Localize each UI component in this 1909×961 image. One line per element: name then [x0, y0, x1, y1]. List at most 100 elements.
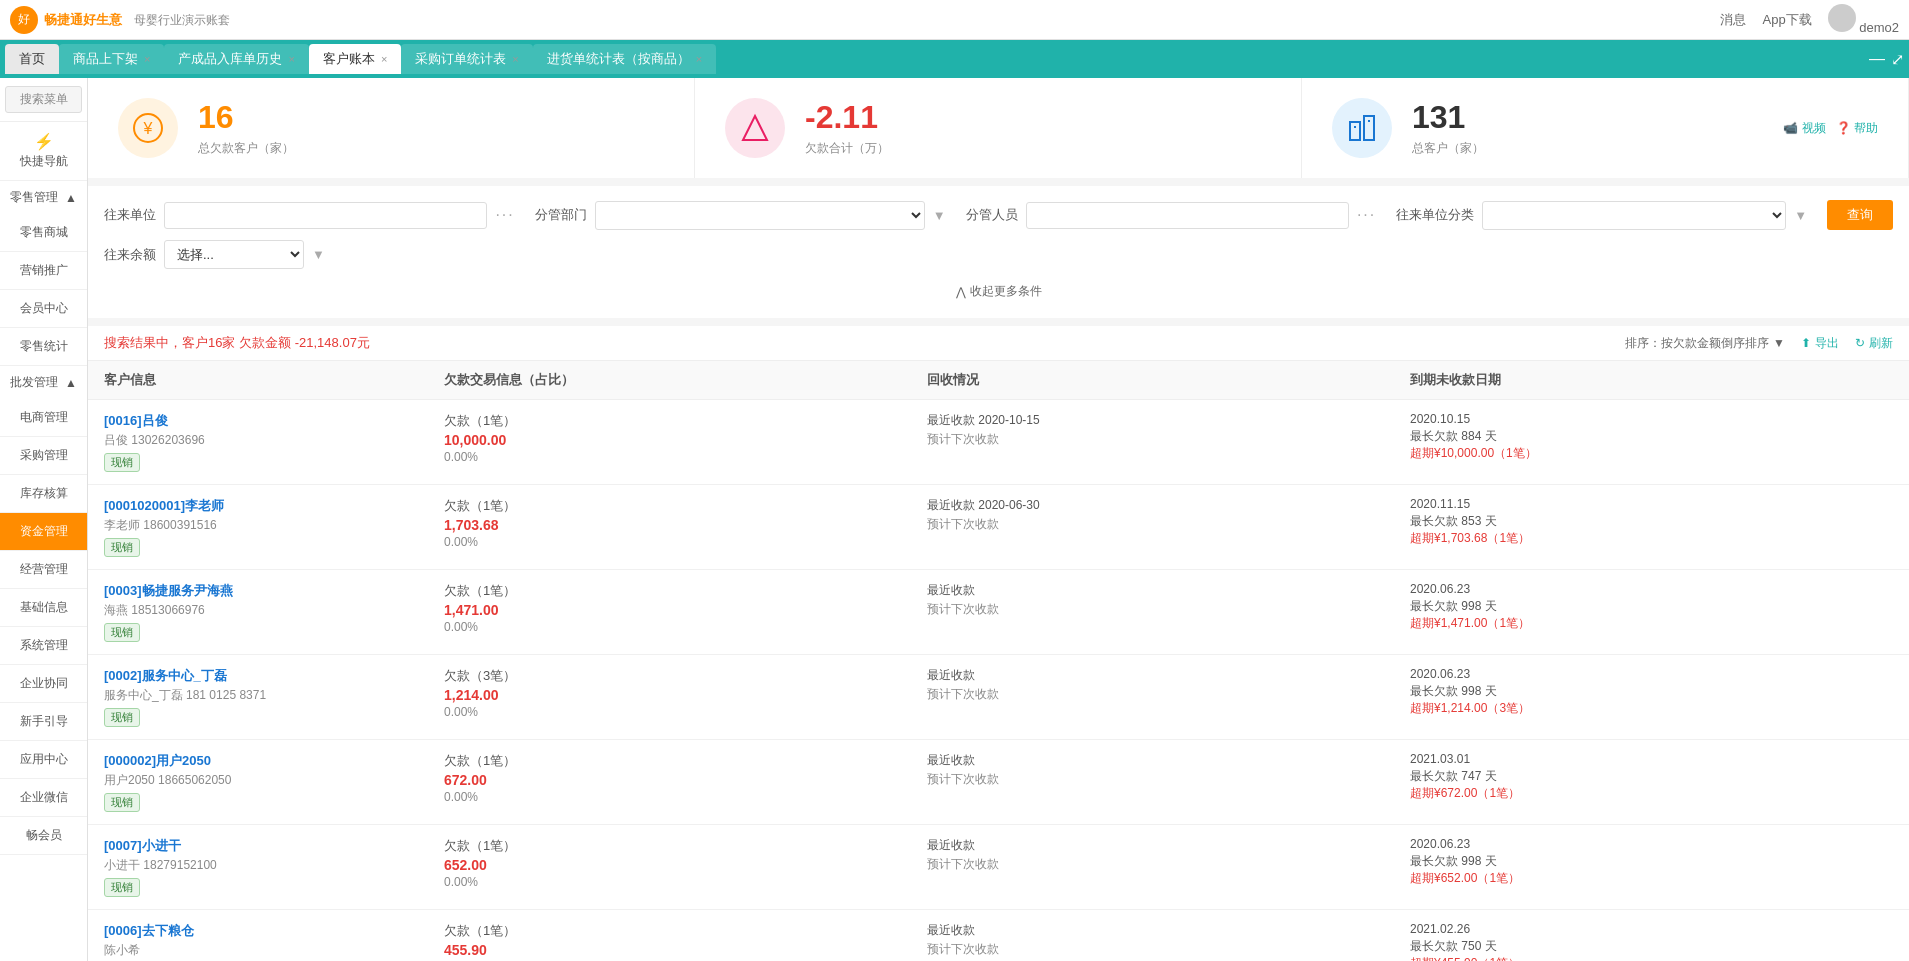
- svg-rect-5: [1354, 126, 1356, 128]
- sort-label: 排序：按欠款金额倒序排序: [1625, 335, 1769, 352]
- balance-label: 往来余额: [104, 246, 156, 264]
- sidebar-item-purchase[interactable]: 采购管理: [0, 437, 87, 475]
- debt-amount-number: -2.11: [805, 99, 889, 136]
- debt-total-text: 欠款金额 -21,148.07元: [239, 335, 370, 350]
- svg-rect-3: [1350, 122, 1360, 140]
- chevron-up-icon: ⋀: [956, 285, 966, 299]
- customer-name-4[interactable]: [0002]服务中心_丁磊: [104, 667, 444, 685]
- customer-tag-6: 现销: [104, 878, 140, 897]
- sidebar-item-retail-mgmt[interactable]: 零售管理 ▲: [0, 181, 87, 214]
- customer-sub-7: 陈小希: [104, 942, 444, 959]
- avatar[interactable]: demo2: [1828, 4, 1899, 35]
- message-btn[interactable]: 消息: [1720, 11, 1746, 29]
- collapse-btn[interactable]: ⋀ 收起更多条件: [104, 279, 1893, 304]
- tab-inbound[interactable]: 进货单统计表（按商品） ×: [533, 44, 716, 74]
- chevron-down-icon: ▲: [65, 191, 77, 205]
- sidebar-search-btn[interactable]: 搜索菜单: [5, 86, 82, 113]
- sidebar-item-system[interactable]: 系统管理: [0, 627, 87, 665]
- export-btn[interactable]: ⬆ 导出: [1801, 335, 1839, 352]
- top-bar: 好 畅捷通好生意 母婴行业演示账套 消息 App下载 demo2: [0, 0, 1909, 40]
- dept-select[interactable]: [595, 201, 925, 230]
- logo-area: 好 畅捷通好生意 母婴行业演示账套: [10, 6, 230, 34]
- customer-name-2[interactable]: [0001020001]李老师: [104, 497, 444, 515]
- table-row: [0001020001]李老师 李老师 18600391516 现销 欠款（1笔…: [88, 485, 1909, 570]
- sort-btn[interactable]: 排序：按欠款金额倒序排序 ▼: [1625, 335, 1785, 352]
- query-button[interactable]: 查询: [1827, 200, 1893, 230]
- debt-info-1: 欠款（1笔） 10,000.00 0.00%: [444, 412, 927, 464]
- sidebar-item-enterprise-wechat[interactable]: 企业微信: [0, 779, 87, 817]
- customer-info-7: [0006]去下粮仓 陈小希 现销: [104, 922, 444, 961]
- due-info-2: 2020.11.15 最长欠款 853 天 超期¥1,703.68（1笔）: [1410, 497, 1893, 547]
- sidebar-search-area: 搜索菜单: [0, 78, 87, 122]
- video-btn[interactable]: 📹 视频: [1783, 120, 1825, 137]
- tab-close-purchase[interactable]: ×: [512, 53, 518, 65]
- customer-name-7[interactable]: [0006]去下粮仓: [104, 922, 444, 940]
- tab-close-product[interactable]: ×: [288, 53, 294, 65]
- debt-info-4: 欠款（3笔） 1,214.00 0.00%: [444, 667, 927, 719]
- tab-close-inbound[interactable]: ×: [696, 53, 702, 65]
- source-unit-input[interactable]: [164, 202, 487, 229]
- sidebar-item-member[interactable]: 会员中心: [0, 290, 87, 328]
- sidebar-item-marketing[interactable]: 营销推广: [0, 252, 87, 290]
- quicknav-icon: ⚡: [5, 132, 82, 151]
- sidebar-item-batch-mgmt[interactable]: 批发管理 ▲: [0, 366, 87, 399]
- sidebar-item-guide[interactable]: 新手引导: [0, 703, 87, 741]
- filter-person: 分管人员 ···: [966, 202, 1377, 229]
- sidebar-item-app-center[interactable]: 应用中心: [0, 741, 87, 779]
- sidebar-item-quicknav[interactable]: ⚡ 快捷导航: [0, 122, 87, 181]
- customer-name-6[interactable]: [0007]小进干: [104, 837, 444, 855]
- collection-info-6: 最近收款 预计下次收款: [927, 837, 1410, 873]
- tab-customer[interactable]: 客户账本 ×: [309, 44, 401, 74]
- top-bar-right: 消息 App下载 demo2: [1720, 4, 1899, 35]
- stat-info-total-customers: 131 总客户（家）: [1412, 99, 1484, 157]
- help-btn[interactable]: ❓ 帮助: [1836, 120, 1878, 137]
- balance-select[interactable]: 选择...: [164, 240, 304, 269]
- sidebar-item-ecommerce[interactable]: 电商管理: [0, 399, 87, 437]
- debt-info-5: 欠款（1笔） 672.00 0.00%: [444, 752, 927, 804]
- sidebar-item-enterprise[interactable]: 企业协同: [0, 665, 87, 703]
- table-header: 客户信息 欠款交易信息（占比） 回收情况 到期未收款日期: [88, 361, 1909, 400]
- sidebar-item-retail-stats[interactable]: 零售统计: [0, 328, 87, 366]
- due-info-1: 2020.10.15 最长欠款 884 天 超期¥10,000.00（1笔）: [1410, 412, 1893, 462]
- due-info-4: 2020.06.23 最长欠款 998 天 超期¥1,214.00（3笔）: [1410, 667, 1893, 717]
- person-input[interactable]: [1026, 202, 1349, 229]
- window-minimize-icon[interactable]: —: [1869, 50, 1885, 69]
- customer-sub-6: 小进干 18279152100: [104, 857, 444, 874]
- tab-close-goods[interactable]: ×: [144, 53, 150, 65]
- due-info-5: 2021.03.01 最长欠款 747 天 超期¥672.00（1笔）: [1410, 752, 1893, 802]
- tab-close-customer[interactable]: ×: [381, 53, 387, 65]
- refresh-btn[interactable]: ↻ 刷新: [1855, 335, 1893, 352]
- app-download-btn[interactable]: App下载: [1762, 11, 1811, 29]
- sidebar-item-member-plus[interactable]: 畅会员: [0, 817, 87, 855]
- customer-name-1[interactable]: [0016]吕俊: [104, 412, 444, 430]
- debt-amount-icon: [725, 98, 785, 158]
- tab-purchase[interactable]: 采购订单统计表 ×: [401, 44, 532, 74]
- sidebar-item-inventory[interactable]: 库存核算: [0, 475, 87, 513]
- customer-sub-1: 吕俊 13026203696: [104, 432, 444, 449]
- total-customers-number: 131: [1412, 99, 1484, 136]
- customer-name-5[interactable]: [000002]用户2050: [104, 752, 444, 770]
- sidebar-item-finance[interactable]: 资金管理: [0, 513, 87, 551]
- stat-info-debt-customers: 16 总欠款客户（家）: [198, 99, 294, 157]
- tab-goods[interactable]: 商品上下架 ×: [59, 44, 164, 74]
- tab-home[interactable]: 首页: [5, 44, 59, 74]
- person-dots[interactable]: ···: [1357, 206, 1376, 224]
- refresh-icon: ↻: [1855, 336, 1865, 350]
- window-maximize-icon[interactable]: ⤢: [1891, 50, 1904, 69]
- dept-label: 分管部门: [535, 206, 587, 224]
- filter-row-1: 往来单位 ··· 分管部门 ▼ 分管人员 ··· 往来单位分类: [104, 200, 1893, 230]
- unit-class-select[interactable]: [1482, 201, 1786, 230]
- source-unit-dots[interactable]: ···: [495, 206, 514, 224]
- sidebar-item-operation[interactable]: 经营管理: [0, 551, 87, 589]
- customer-sub-5: 用户2050 18665062050: [104, 772, 444, 789]
- customer-name-3[interactable]: [0003]畅捷服务尹海燕: [104, 582, 444, 600]
- demo-label: 母婴行业演示账套: [134, 13, 230, 27]
- debt-info-7: 欠款（1笔） 455.90 0.00%: [444, 922, 927, 961]
- sidebar-item-basic[interactable]: 基础信息: [0, 589, 87, 627]
- logo-icon: 好: [10, 6, 38, 34]
- stats-row: ¥ 16 总欠款客户（家） -2.11 欠款合计（万）: [88, 78, 1909, 178]
- debt-info-3: 欠款（1笔） 1,471.00 0.00%: [444, 582, 927, 634]
- table-row: [0006]去下粮仓 陈小希 现销 欠款（1笔） 455.90 0.00% 最近…: [88, 910, 1909, 961]
- tab-product[interactable]: 产成品入库单历史 ×: [164, 44, 308, 74]
- sidebar-item-retail-mall[interactable]: 零售商城: [0, 214, 87, 252]
